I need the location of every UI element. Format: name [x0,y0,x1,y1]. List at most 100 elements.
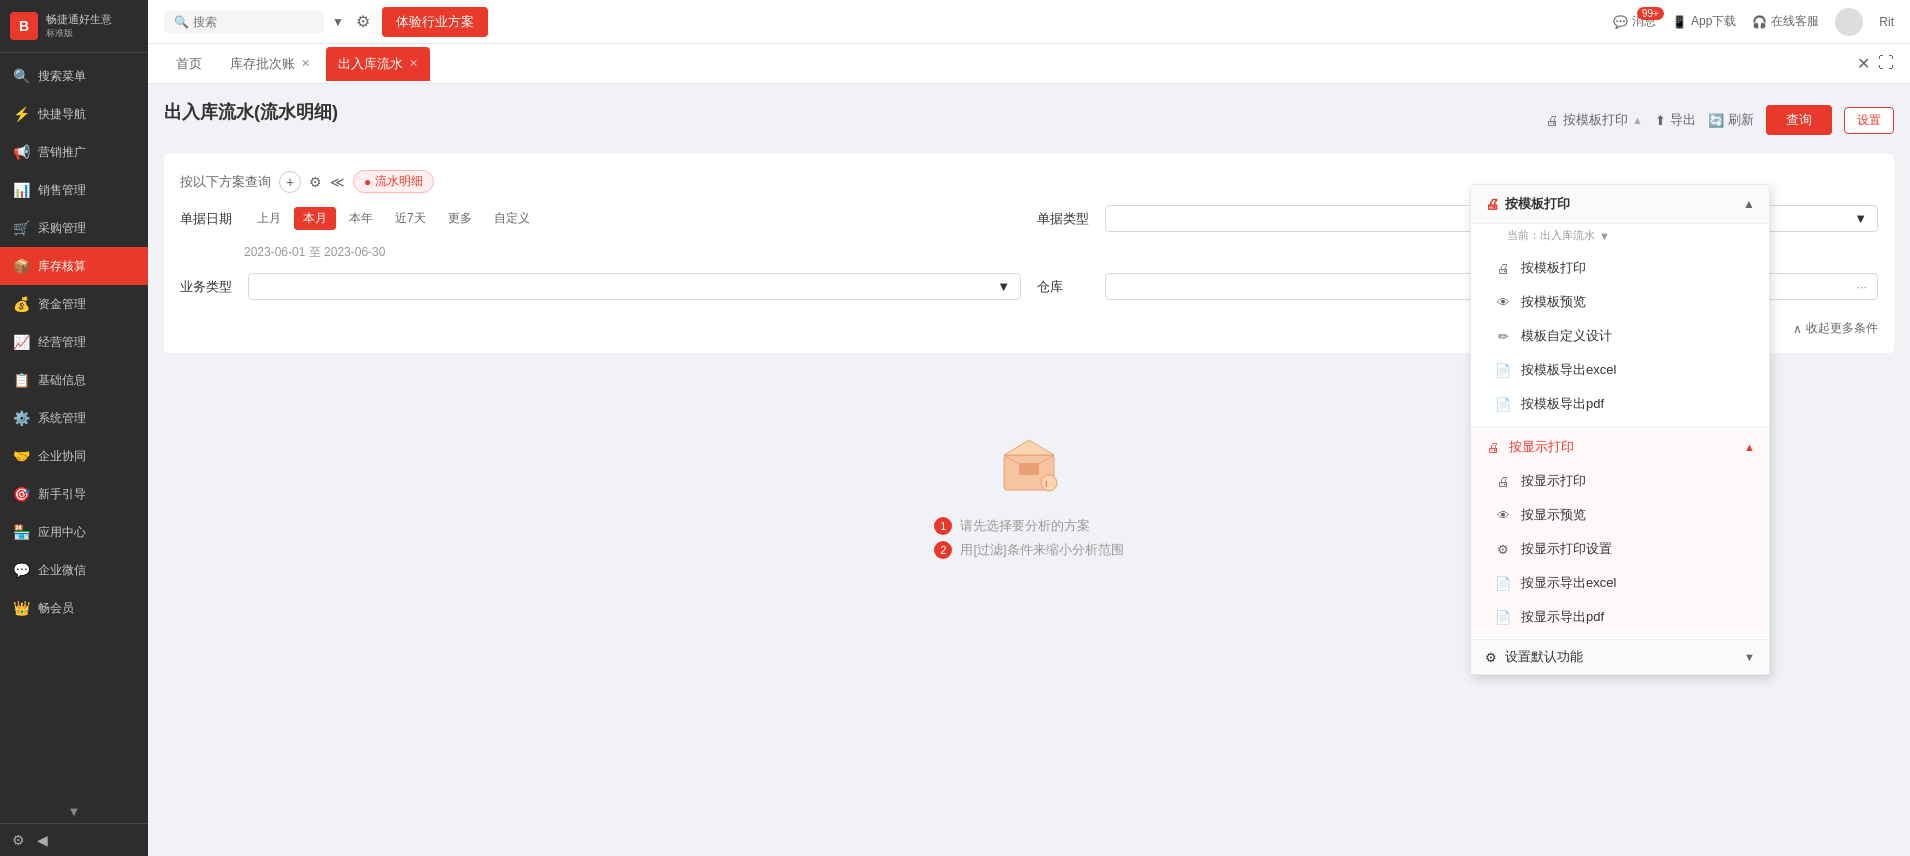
tab-home[interactable]: 首页 [164,47,214,81]
template-pdf-label: 按模板导出pdf [1521,395,1604,413]
header-online-service[interactable]: 🎧 在线客服 [1752,13,1819,30]
filter-tag[interactable]: ● 流水明细 [353,170,434,193]
sidebar-item-shortcut[interactable]: ⚡ 快捷导航 [0,95,148,133]
collapse-label: 收起更多条件 [1806,320,1878,337]
dropdown-template-preview[interactable]: 👁 按模板预览 [1471,285,1769,319]
sidebar-scroll-down[interactable]: ▼ [0,800,148,823]
dropdown-display-pdf[interactable]: 📄 按显示导出pdf [1471,600,1769,634]
dropdown-display-print[interactable]: 🖨 按显示打印 [1471,464,1769,498]
refresh-btn[interactable]: 🔄 刷新 [1708,111,1754,129]
business-label: 业务类型 [180,278,240,296]
display-print-icon: 🖨 [1495,473,1511,489]
date-btn-this-year[interactable]: 本年 [340,207,382,230]
header-search-input[interactable] [193,15,314,29]
message-badge: 99+ [1637,7,1664,20]
dropdown-template-print[interactable]: 🖨 按模板打印 [1471,251,1769,285]
sidebar-label-operation: 经营管理 [38,334,86,351]
business-dropdown-arrow: ▼ [997,279,1010,294]
step-num-2: 2 [934,541,952,559]
purchase-icon: 🛒 [12,219,30,237]
tab-flow[interactable]: 出入库流水 ✕ [326,47,430,81]
dropdown-display-preview[interactable]: 👁 按显示预览 [1471,498,1769,532]
dropdown-template-pdf[interactable]: 📄 按模板导出pdf [1471,387,1769,421]
dropdown-display-settings[interactable]: ⚙ 按显示打印设置 [1471,532,1769,566]
sidebar-item-corp[interactable]: 🤝 企业协同 [0,437,148,475]
sidebar-label-sales: 销售管理 [38,182,86,199]
sidebar: B 畅捷通好生意 标准版 🔍 搜索菜单 ⚡ 快捷导航 📢 营销推广 📊 销售管理… [0,0,148,856]
sidebar-item-finance[interactable]: 💰 资金管理 [0,285,148,323]
user-avatar[interactable] [1835,8,1863,36]
header-search-box[interactable]: 🔍 [164,11,324,33]
sidebar-item-system[interactable]: ⚙️ 系统管理 [0,399,148,437]
filter-settings-icon[interactable]: ⚙ [309,174,322,190]
settings-bottom-icon[interactable]: ⚙ [12,832,25,848]
username-label: Rit [1879,15,1894,29]
display-preview-icon: 👁 [1495,507,1511,523]
header-gear-icon[interactable]: ⚙ [356,12,370,31]
collapse-sidebar-icon[interactable]: ◀ [37,832,48,848]
sidebar-label-system: 系统管理 [38,410,86,427]
sidebar-item-member[interactable]: 👑 畅会员 [0,589,148,627]
sidebar-item-guide[interactable]: 🎯 新手引导 [0,475,148,513]
warehouse-more-icon[interactable]: ··· [1856,279,1867,294]
close-window-icon[interactable]: ✕ [1857,54,1870,73]
sidebar-bottom: ⚙ ◀ [0,823,148,856]
dropdown-footer[interactable]: ⚙ 设置默认功能 ▼ [1471,639,1769,674]
sidebar-item-basic[interactable]: 📋 基础信息 [0,361,148,399]
sidebar-item-purchase[interactable]: 🛒 采购管理 [0,209,148,247]
sidebar-item-sales[interactable]: 📊 销售管理 [0,171,148,209]
date-btn-last-month[interactable]: 上月 [248,207,290,230]
export-btn[interactable]: ⬆ 导出 [1655,111,1696,129]
dropdown-display-excel[interactable]: 📄 按显示导出excel [1471,566,1769,600]
tab-flow-close[interactable]: ✕ [409,57,418,70]
refresh-label: 刷新 [1728,111,1754,129]
maximize-window-icon[interactable]: ⛶ [1878,54,1894,73]
app-badge: 标准版 [46,27,112,40]
settings-button[interactable]: 设置 [1844,107,1894,134]
dropdown-header-arrow[interactable]: ▲ [1743,197,1755,211]
template-print-label: 按模板打印 [1521,259,1586,277]
query-button[interactable]: 查询 [1766,105,1832,135]
wechat-icon: 💬 [12,561,30,579]
date-btn-custom[interactable]: 自定义 [485,207,539,230]
app-name: 畅捷通好生意 [46,12,112,26]
date-btn-this-month[interactable]: 本月 [294,207,336,230]
current-label-text: 当前：出入库流水 [1507,228,1595,243]
dropdown-display-group-header[interactable]: 🖨 按显示打印 ▲ [1471,430,1769,464]
step-1-text: 请先选择要分析的方案 [960,517,1090,535]
business-select[interactable]: ▼ [248,273,1021,300]
print-template-btn[interactable]: 🖨 按模板打印 ▲ [1546,111,1643,129]
trial-button[interactable]: 体验行业方案 [382,7,488,37]
sidebar-item-inventory[interactable]: 📦 库存核算 [0,247,148,285]
dropdown-template-design[interactable]: ✏ 模板自定义设计 [1471,319,1769,353]
sidebar-label-search: 搜索菜单 [38,68,86,85]
dropdown-title-text: 按模板打印 [1505,195,1570,213]
print-template-icon: 🖨 [1546,113,1559,128]
dropdown-template-excel[interactable]: 📄 按模板导出excel [1471,353,1769,387]
sidebar-label-basic: 基础信息 [38,372,86,389]
dropdown-template-section: 🖨 按模板打印 👁 按模板预览 ✏ 模板自定义设计 📄 按模板导出excel 📄 [1471,247,1769,425]
step-num-1: 1 [934,517,952,535]
header: 🔍 ▼ ⚙ 体验行业方案 💬 消息 99+ 📱 App下载 🎧 在线客服 Rit [148,0,1910,44]
dropdown-print-icon: 🖨 [1485,196,1499,212]
date-btn-last7[interactable]: 近7天 [386,207,435,230]
date-btn-more[interactable]: 更多 [439,207,481,230]
sidebar-item-search[interactable]: 🔍 搜索菜单 [0,57,148,95]
tab-flow-label: 出入库流水 [338,55,403,73]
filter-add-button[interactable]: + [279,171,301,193]
sidebar-item-wechat[interactable]: 💬 企业微信 [0,551,148,589]
page-toolbar: 🖨 按模板打印 ▲ ⬆ 导出 🔄 刷新 查询 设置 [1546,105,1894,135]
sidebar-item-apps[interactable]: 🏪 应用中心 [0,513,148,551]
dropdown-divider [1471,427,1769,428]
tab-batch-close[interactable]: ✕ [301,57,310,70]
sidebar-item-marketing[interactable]: 📢 营销推广 [0,133,148,171]
tab-batch[interactable]: 库存批次账 ✕ [218,47,322,81]
sidebar-item-operation[interactable]: 📈 经营管理 [0,323,148,361]
sidebar-label-finance: 资金管理 [38,296,86,313]
template-design-label: 模板自定义设计 [1521,327,1612,345]
service-label: 在线客服 [1771,13,1819,30]
header-dropdown-arrow[interactable]: ▼ [332,15,344,29]
filter-collapse-icon[interactable]: ≪ [330,174,345,190]
header-message[interactable]: 💬 消息 99+ [1613,13,1656,30]
header-app-download[interactable]: 📱 App下载 [1672,13,1736,30]
